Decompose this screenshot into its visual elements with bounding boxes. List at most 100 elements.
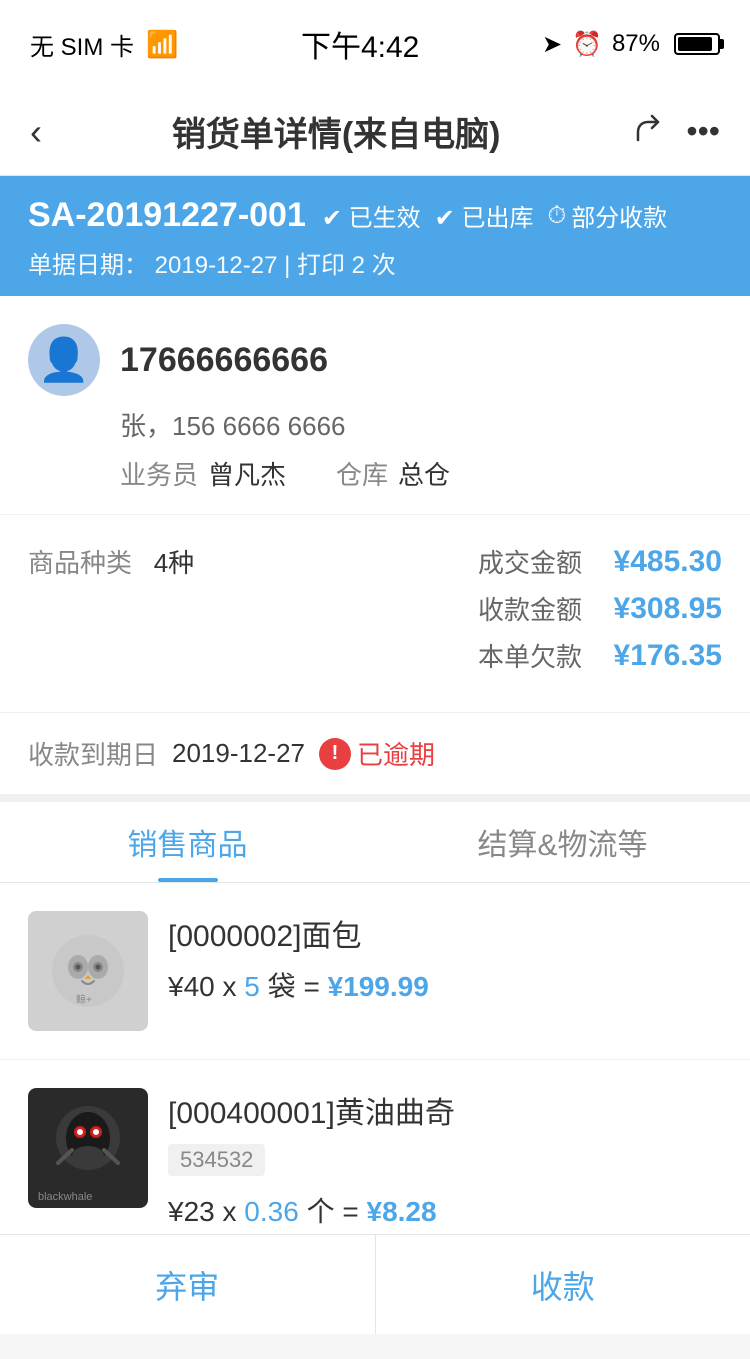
tab-settlement[interactable]: 结算&物流等	[375, 802, 750, 882]
order-banner: SA-20191227-001 ✔ 已生效 ✔ 已出库 ⏱ 部分收款 单据日期：…	[0, 176, 750, 296]
received-row: 收款金额 ¥308.95	[478, 590, 722, 627]
salesperson-label: 业务员	[120, 455, 198, 492]
unit-1: 袋	[268, 971, 296, 1002]
product-price-2: ¥23 x 0.36 个 = ¥8.28	[168, 1190, 722, 1230]
battery-fill	[678, 37, 712, 51]
product-thumb-2: blackwhale	[28, 1088, 148, 1208]
product-item: 鲸+ [0000002]面包 ¥40 x 5 袋 = ¥199.99	[0, 883, 750, 1060]
category-label: 商品种类	[28, 548, 132, 578]
price-base-2: ¥23	[168, 1196, 215, 1227]
unit-2: 个	[307, 1196, 335, 1227]
tabs-section: 销售商品 结算&物流等	[0, 802, 750, 883]
due-label: 收款到期日	[28, 735, 158, 772]
share-button[interactable]	[630, 112, 662, 152]
customer-row: 👤 17666666666	[28, 324, 722, 396]
product-item-2: blackwhale [000400001]黄油曲奇 534532 ¥23 x …	[0, 1060, 750, 1259]
location-icon: ➤	[542, 30, 562, 59]
multiply-sign-1: x	[223, 971, 245, 1002]
product-qty-2: 0.36	[244, 1196, 299, 1227]
equal-sign-2: =	[342, 1196, 366, 1227]
status-bar: 无 SIM 卡 📶 下午4:42 ➤ ⏰ 87%	[0, 0, 750, 88]
status-right: ➤ ⏰ 87%	[542, 30, 720, 59]
cancel-review-button[interactable]: 弃审	[0, 1235, 376, 1334]
product-qty-1: 5	[244, 971, 260, 1002]
order-id: SA-20191227-001	[28, 196, 306, 235]
stats-left: 商品种类 4种	[28, 543, 194, 586]
status-partial-payment: ⏱ 部分收款	[547, 198, 667, 233]
product-total-1: ¥199.99	[328, 971, 429, 1002]
print-info: | 打印 2 次	[284, 252, 396, 279]
customer-phone: 17666666666	[120, 341, 328, 380]
status-carrier: 无 SIM 卡 📶	[30, 27, 178, 62]
status-shipped: ✔ 已出库	[435, 198, 534, 233]
nav-bar: ‹ 销货单详情(来自电脑) •••	[0, 88, 750, 176]
product-thumb-1: 鲸+	[28, 911, 148, 1031]
amount-row: 成交金额 ¥485.30	[478, 543, 722, 580]
clock-icon: ⏱	[547, 202, 566, 230]
overdue-icon: !	[319, 738, 351, 770]
owed-value: ¥176.35	[602, 639, 722, 673]
due-date-section: 收款到期日 2019-12-27 ! 已逾期	[0, 713, 750, 802]
payment-button[interactable]: 收款	[376, 1235, 750, 1334]
received-label: 收款金额	[478, 590, 582, 627]
category-value: 4种	[154, 548, 194, 578]
date-value: 2019-12-27	[155, 252, 278, 279]
more-button[interactable]: •••	[686, 113, 720, 150]
carrier-text: 无 SIM 卡	[30, 27, 134, 62]
customer-section: 👤 17666666666 张，156 6666 6666 业务员 曾凡杰 仓库…	[0, 296, 750, 515]
received-value: ¥308.95	[602, 592, 722, 626]
status-effective: ✔ 已生效	[322, 198, 421, 233]
bottom-bar: 弃审 收款	[0, 1234, 750, 1334]
salesperson-value: 曾凡杰	[208, 455, 286, 492]
nav-actions: •••	[630, 112, 720, 152]
person-icon: 👤	[38, 336, 90, 385]
tab-sales-label: 销售商品	[128, 820, 248, 864]
date-label: 单据日期：	[28, 252, 148, 279]
product-total-2: ¥8.28	[367, 1196, 437, 1227]
customer-meta: 业务员 曾凡杰 仓库 总仓	[28, 455, 722, 492]
owed-row: 本单欠款 ¥176.35	[478, 637, 722, 674]
order-banner-top: SA-20191227-001 ✔ 已生效 ✔ 已出库 ⏱ 部分收款	[28, 196, 722, 235]
warehouse-label: 仓库	[336, 455, 388, 492]
equal-sign-1: =	[303, 971, 327, 1002]
product-placeholder-1: 鲸+	[28, 911, 148, 1031]
product-list: 鲸+ [0000002]面包 ¥40 x 5 袋 = ¥199.99	[0, 883, 750, 1259]
customer-name-phone: 张，156 6666 6666	[28, 406, 722, 443]
product-name-1: [0000002]面包	[168, 911, 722, 955]
wifi-icon: 📶	[146, 29, 178, 60]
product-name-2: [000400001]黄油曲奇	[168, 1088, 722, 1132]
product-badge-2: 534532	[168, 1144, 265, 1176]
due-date-value: 2019-12-27	[172, 738, 305, 769]
status-tags: ✔ 已生效 ✔ 已出库 ⏱ 部分收款	[322, 198, 667, 233]
product-info-1: [0000002]面包 ¥40 x 5 袋 = ¥199.99	[168, 911, 722, 1005]
back-button[interactable]: ‹	[30, 111, 42, 153]
overdue-badge: ! 已逾期	[319, 735, 435, 772]
warehouse-meta: 仓库 总仓	[336, 455, 450, 492]
order-date-info: 单据日期： 2019-12-27 | 打印 2 次	[28, 245, 722, 280]
stats-section: 商品种类 4种 成交金额 ¥485.30 收款金额 ¥308.95 本单欠款 ¥…	[0, 515, 750, 713]
svg-text:鲸+: 鲸+	[76, 993, 92, 1006]
salesperson-meta: 业务员 曾凡杰	[120, 455, 286, 492]
battery-percent: 87%	[612, 30, 660, 58]
tab-sales-products[interactable]: 销售商品	[0, 802, 375, 882]
status-time: 下午4:42	[301, 22, 419, 66]
svg-text:blackwhale: blackwhale	[38, 1191, 92, 1203]
price-base-1: ¥40	[168, 971, 215, 1002]
tab-settlement-label: 结算&物流等	[477, 820, 647, 864]
product-price-1: ¥40 x 5 袋 = ¥199.99	[168, 965, 722, 1005]
avatar: 👤	[28, 324, 100, 396]
product-info-2: [000400001]黄油曲奇 534532 ¥23 x 0.36 个 = ¥8…	[168, 1088, 722, 1230]
page-title: 销货单详情(来自电脑)	[172, 107, 501, 156]
status-partial-text: 部分收款	[571, 198, 667, 233]
battery-bar	[674, 33, 720, 55]
battery-tip	[720, 39, 724, 49]
alarm-icon: ⏰	[572, 30, 602, 59]
multiply-sign-2: x	[223, 1196, 245, 1227]
category-stat: 商品种类 4种	[28, 543, 194, 580]
overdue-text: 已逾期	[357, 735, 435, 772]
warehouse-value: 总仓	[398, 455, 450, 492]
owed-label: 本单欠款	[478, 637, 582, 674]
amount-value: ¥485.30	[602, 545, 722, 579]
amount-label: 成交金额	[478, 543, 582, 580]
stats-right: 成交金额 ¥485.30 收款金额 ¥308.95 本单欠款 ¥176.35	[478, 543, 722, 684]
